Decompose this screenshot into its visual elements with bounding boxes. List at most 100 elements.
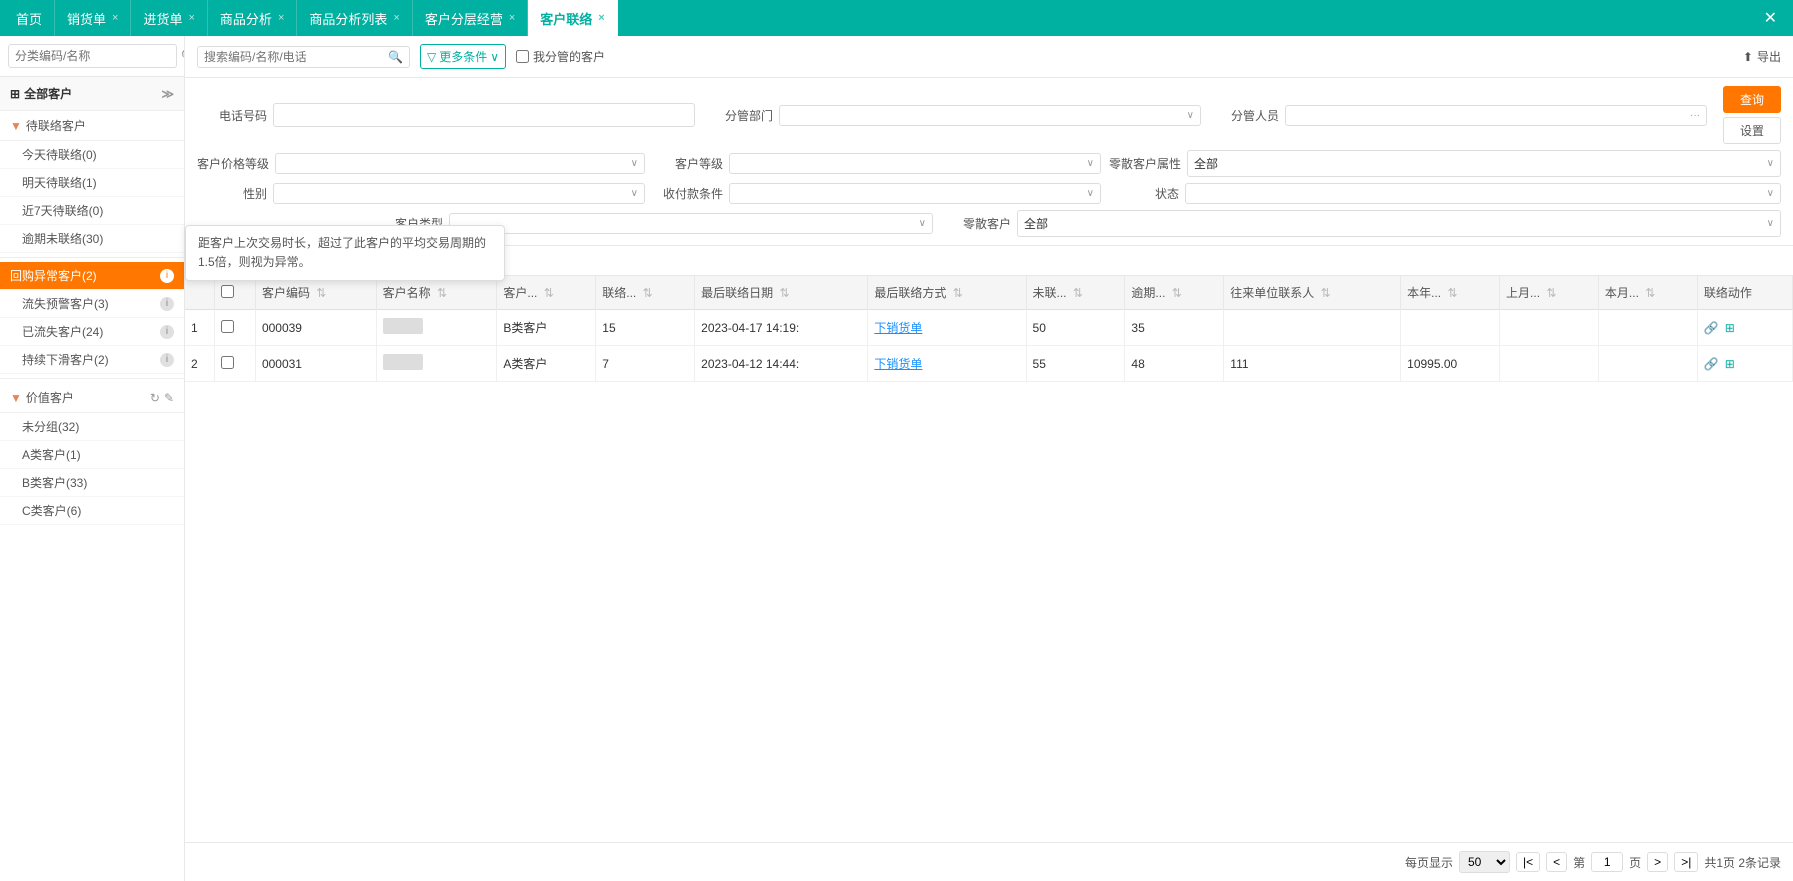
setting-button[interactable]: 设置 [1723, 117, 1781, 144]
gender-select[interactable]: ∨ [273, 183, 645, 204]
cell-not-contact: 55 [1026, 346, 1125, 382]
last-page-button[interactable]: >| [1674, 852, 1698, 872]
gender-field: 性别 ∨ [197, 183, 645, 204]
th-last-month[interactable]: 上月... ⇅ [1500, 276, 1599, 310]
th-not-contact[interactable]: 未联... ⇅ [1026, 276, 1125, 310]
prev-page-button[interactable]: < [1546, 852, 1567, 872]
sidebar-item-churn-warning[interactable]: 流失预警客户(3) i [0, 290, 184, 318]
retail-attr-select[interactable]: 全部 ∨ [1187, 150, 1781, 177]
sidebar-item-repurchase-anomaly[interactable]: 回购异常客户(2) i [0, 262, 184, 290]
phone-field: 电话号码 [197, 103, 695, 127]
edit-icon[interactable]: ✎ [164, 391, 174, 405]
all-customers-header[interactable]: ⊞ 全部客户 ≫ [0, 77, 184, 111]
th-contacts[interactable]: 往来单位联系人 ⇅ [1224, 276, 1401, 310]
info-icon: i [160, 269, 174, 283]
th-last-date[interactable]: 最后联络日期 ⇅ [695, 276, 868, 310]
collapse-icon[interactable]: ≫ [161, 87, 174, 101]
close-icon[interactable]: × [188, 12, 194, 24]
row-checkbox[interactable] [221, 320, 234, 333]
payment-select[interactable]: ∨ [729, 183, 1101, 204]
cell-last-date: 2023-04-17 14:19: [695, 310, 868, 346]
th-level[interactable]: 客户... ⇅ [497, 276, 596, 310]
cell-last-date: 2023-04-12 14:44: [695, 346, 868, 382]
sidebar-item-b-class[interactable]: B类客户(33) [0, 469, 184, 497]
page-number-input[interactable] [1591, 852, 1623, 872]
action-buttons: 查询 设置 [1723, 86, 1781, 144]
more-icon: ··· [1690, 110, 1700, 121]
close-icon[interactable]: × [112, 12, 118, 24]
th-this-month[interactable]: 本月... ⇅ [1598, 276, 1697, 310]
cell-overdue: 35 [1125, 310, 1224, 346]
refresh-icon[interactable]: ↻ [150, 391, 160, 405]
th-name[interactable]: 客户名称 ⇅ [376, 276, 497, 310]
tab-product-analysis-list[interactable]: 商品分析列表 × [297, 0, 412, 36]
sidebar-item-7days[interactable]: 近7天待联络(0) [0, 197, 184, 225]
my-customer-checkbox[interactable] [516, 50, 529, 63]
dept-field: 分管部门 ∨ [703, 105, 1201, 126]
tab-purchase-order[interactable]: 进货单 × [131, 0, 207, 36]
th-code[interactable]: 客户编码 ⇅ [255, 276, 376, 310]
manager-field: 分管人员 ··· [1209, 105, 1707, 126]
tab-home[interactable]: 首页 [8, 0, 55, 36]
sidebar-item-c-class[interactable]: C类客户(6) [0, 497, 184, 525]
my-customer-filter: 我分管的客户 [516, 48, 605, 65]
th-contact[interactable]: 联络... ⇅ [596, 276, 695, 310]
close-icon[interactable]: × [598, 12, 604, 24]
customer-type-select[interactable]: ∨ [449, 213, 933, 234]
more-action-icon[interactable]: ⊞ [1725, 321, 1735, 335]
pending-group-header[interactable]: ▼ 待联络客户 [0, 111, 184, 141]
chevron-down-icon: ∨ [1087, 158, 1094, 169]
sidebar-item-declining[interactable]: 持续下滑客户(2) i [0, 346, 184, 374]
th-last-method[interactable]: 最后联络方式 ⇅ [868, 276, 1026, 310]
close-icon[interactable]: × [509, 12, 515, 24]
sidebar-item-a-class[interactable]: A类客户(1) [0, 441, 184, 469]
price-group-header[interactable]: ▼ 价值客户 ↻ ✎ [0, 383, 184, 413]
page-size-select[interactable]: 50 20 100 200 [1459, 851, 1510, 873]
row-checkbox[interactable] [221, 356, 234, 369]
dept-select[interactable]: ∨ [779, 105, 1201, 126]
header-checkbox[interactable] [221, 285, 234, 298]
chevron-down-icon: ∨ [1087, 188, 1094, 199]
cell-overdue: 48 [1125, 346, 1224, 382]
export-button[interactable]: ⬆ 导出 [1743, 48, 1781, 65]
tab-sales-order[interactable]: 销货单 × [55, 0, 131, 36]
sidebar-item-today[interactable]: 今天待联络(0) [0, 141, 184, 169]
retail-customer-select[interactable]: 全部 ∨ [1017, 210, 1781, 237]
manager-select[interactable]: ··· [1285, 105, 1707, 126]
tab-customer-contact[interactable]: 客户联络 × [528, 0, 617, 36]
customer-level-select[interactable]: ∨ [729, 153, 1101, 174]
cell-this-year: 10995.00 [1401, 346, 1500, 382]
status-select[interactable]: ∨ [1185, 183, 1781, 204]
phone-input[interactable] [273, 103, 695, 127]
sidebar-item-overdue[interactable]: 逾期未联络(30) [0, 225, 184, 253]
close-all-button[interactable]: ✕ [1756, 8, 1785, 28]
th-overdue[interactable]: 逾期... ⇅ [1125, 276, 1224, 310]
tab-product-analysis[interactable]: 商品分析 × [208, 0, 297, 36]
avatar [383, 354, 423, 370]
first-page-button[interactable]: |< [1516, 852, 1540, 872]
sidebar-item-churned[interactable]: 已流失客户(24) i [0, 318, 184, 346]
chevron-down-icon: ∨ [1767, 158, 1774, 169]
sidebar-search-input[interactable] [8, 44, 177, 68]
query-button[interactable]: 查询 [1723, 86, 1781, 113]
close-icon[interactable]: × [278, 12, 284, 24]
search-input[interactable] [204, 50, 384, 64]
tab-customer-segmentation[interactable]: 客户分层经营 × [413, 0, 528, 36]
sidebar-item-unclassified[interactable]: 未分组(32) [0, 413, 184, 441]
sidebar-item-tomorrow[interactable]: 明天待联络(1) [0, 169, 184, 197]
price-level-select[interactable]: ∨ [275, 153, 645, 174]
contact-icon[interactable]: 🔗 [1704, 321, 1719, 335]
retail-attr-field: 零散客户属性 全部 ∨ [1109, 150, 1781, 177]
close-icon[interactable]: × [393, 12, 399, 24]
chevron-down-icon: ∨ [919, 218, 926, 229]
retail-customer-field: 零散客户 全部 ∨ [941, 210, 1781, 237]
more-filter-button[interactable]: ▽ 更多条件 ∨ [420, 44, 506, 69]
sort-icon: ⇅ [1645, 286, 1655, 300]
contact-icon[interactable]: 🔗 [1704, 357, 1719, 371]
th-this-year[interactable]: 本年... ⇅ [1401, 276, 1500, 310]
next-page-button[interactable]: > [1647, 852, 1668, 872]
more-action-icon[interactable]: ⊞ [1725, 357, 1735, 371]
cell-this-year [1401, 310, 1500, 346]
search-icon[interactable]: 🔍 [388, 50, 403, 64]
chevron-down-icon: ∨ [1767, 188, 1774, 199]
